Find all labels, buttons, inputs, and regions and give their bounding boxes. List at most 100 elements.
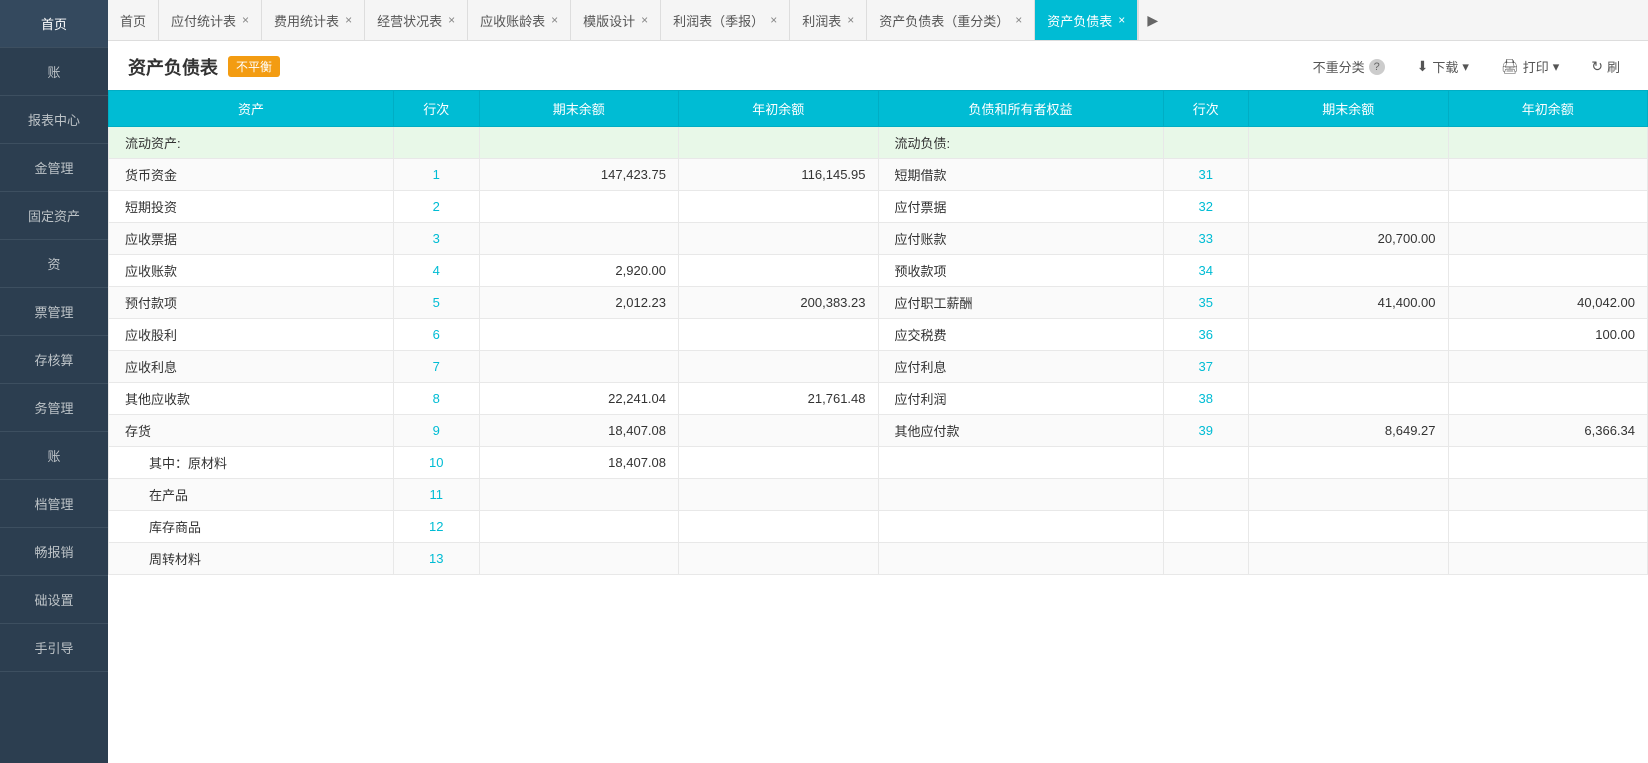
asset-label[interactable]: 应收利息 (109, 351, 394, 383)
tab-close-expense-stat[interactable]: × (345, 13, 352, 27)
tab-expense-stat[interactable]: 费用统计表 × (262, 0, 365, 40)
tab-profit-quarterly[interactable]: 利润表（季报） × (661, 0, 790, 40)
sidebar-item-ticket-mgmt[interactable]: 票管理 (0, 288, 108, 336)
liability-label[interactable]: 应付利息 (878, 351, 1163, 383)
tab-payable-stat[interactable]: 应付统计表 × (159, 0, 262, 40)
asset-label[interactable]: 流动资产: (109, 127, 394, 159)
sidebar-item-tax-mgmt[interactable]: 务管理 (0, 384, 108, 432)
print-button[interactable]: 🖨 打印 ▾ (1493, 53, 1567, 80)
asset-begin-balance (679, 511, 879, 543)
liability-begin-balance: 100.00 (1448, 319, 1648, 351)
tab-close-receivable-age[interactable]: × (551, 13, 558, 27)
asset-end-balance (479, 319, 679, 351)
tab-close-payable-stat[interactable]: × (242, 13, 249, 27)
liability-label[interactable]: 应付票据 (878, 191, 1163, 223)
liability-end-balance: 41,400.00 (1249, 287, 1449, 319)
tab-bar: 首页 应付统计表 × 费用统计表 × 经营状况表 × 应收账龄表 × 模版设计 … (108, 0, 1648, 41)
unbalanced-badge: 不平衡 (228, 56, 280, 77)
asset-label[interactable]: 周转材料 (109, 543, 394, 575)
asset-end-balance: 2,920.00 (479, 255, 679, 287)
asset-end-balance: 22,241.04 (479, 383, 679, 415)
liability-label[interactable] (878, 511, 1163, 543)
sidebar-item-fixed-assets[interactable]: 固定资产 (0, 192, 108, 240)
liability-end-balance (1249, 479, 1449, 511)
liability-label[interactable]: 应付账款 (878, 223, 1163, 255)
tab-close-profit-quarterly[interactable]: × (770, 13, 777, 27)
liability-seq: 31 (1163, 159, 1249, 191)
asset-end-balance (479, 223, 679, 255)
classify-label: 不重分类 (1313, 57, 1365, 76)
liability-begin-balance (1448, 447, 1648, 479)
liability-begin-balance: 6,366.34 (1448, 415, 1648, 447)
sidebar-item-doc-mgmt[interactable]: 档管理 (0, 480, 108, 528)
liability-begin-balance (1448, 223, 1648, 255)
tab-template-design[interactable]: 模版设计 × (571, 0, 661, 40)
tab-scroll-right[interactable]: ▶ (1138, 0, 1166, 40)
asset-label[interactable]: 应收股利 (109, 319, 394, 351)
asset-label[interactable]: 应收票据 (109, 223, 394, 255)
refresh-button[interactable]: ↻ 刷 (1583, 53, 1628, 80)
asset-label[interactable]: 货币资金 (109, 159, 394, 191)
asset-end-balance (479, 127, 679, 159)
asset-end-balance: 147,423.75 (479, 159, 679, 191)
liability-seq: 35 (1163, 287, 1249, 319)
asset-begin-balance (679, 223, 879, 255)
sidebar-item-expense[interactable]: 畅报销 (0, 528, 108, 576)
tab-profit[interactable]: 利润表 × (790, 0, 867, 40)
chevron-down-icon-print: ▾ (1553, 59, 1560, 75)
liability-label[interactable] (878, 447, 1163, 479)
sidebar-item-inventory[interactable]: 存核算 (0, 336, 108, 384)
liability-seq (1163, 511, 1249, 543)
liability-label[interactable]: 应交税费 (878, 319, 1163, 351)
liability-seq: 37 (1163, 351, 1249, 383)
tab-receivable-age[interactable]: 应收账龄表 × (468, 0, 571, 40)
liability-label[interactable]: 预收款项 (878, 255, 1163, 287)
liability-label[interactable]: 其他应付款 (878, 415, 1163, 447)
tab-close-profit[interactable]: × (847, 13, 854, 27)
sidebar-item-home[interactable]: 首页 (0, 0, 108, 48)
liability-end-balance (1249, 543, 1449, 575)
asset-label[interactable]: 存货 (109, 415, 394, 447)
tab-close-template-design[interactable]: × (641, 13, 648, 27)
classify-control[interactable]: 不重分类 ? (1305, 53, 1393, 80)
main-area: 首页 应付统计表 × 费用统计表 × 经营状况表 × 应收账龄表 × 模版设计 … (108, 0, 1648, 763)
tab-close-balance-reclassified[interactable]: × (1015, 13, 1022, 27)
tab-home[interactable]: 首页 (108, 0, 159, 40)
sidebar-item-report-center[interactable]: 报表中心 (0, 96, 108, 144)
asset-begin-balance (679, 319, 879, 351)
liability-label[interactable]: 应付利润 (878, 383, 1163, 415)
liability-label[interactable] (878, 543, 1163, 575)
liability-begin-balance (1448, 191, 1648, 223)
asset-label[interactable]: 库存商品 (109, 511, 394, 543)
liability-end-balance: 20,700.00 (1249, 223, 1449, 255)
liability-end-balance (1249, 127, 1449, 159)
liability-label[interactable] (878, 479, 1163, 511)
sidebar-item-guide[interactable]: 手引导 (0, 624, 108, 672)
asset-label[interactable]: 在产品 (109, 479, 394, 511)
tab-balance-reclassified[interactable]: 资产负债表（重分类） × (867, 0, 1035, 40)
asset-seq: 6 (394, 319, 480, 351)
tab-close-operations[interactable]: × (448, 13, 455, 27)
asset-label[interactable]: 应收账款 (109, 255, 394, 287)
tab-operations[interactable]: 经营状况表 × (365, 0, 468, 40)
tab-close-balance-sheet[interactable]: × (1118, 13, 1125, 27)
sidebar-item-ledger[interactable]: 账 (0, 48, 108, 96)
download-button[interactable]: ⬇ 下载 ▾ (1409, 53, 1477, 80)
asset-seq: 13 (394, 543, 480, 575)
sidebar-item-investment[interactable]: 资 (0, 240, 108, 288)
sidebar-item-settings[interactable]: 础设置 (0, 576, 108, 624)
liability-end-balance (1249, 351, 1449, 383)
asset-begin-balance: 21,761.48 (679, 383, 879, 415)
liability-label[interactable]: 应付职工薪酬 (878, 287, 1163, 319)
asset-seq: 8 (394, 383, 480, 415)
sidebar-item-accounts[interactable]: 账 (0, 432, 108, 480)
asset-label[interactable]: 预付款项 (109, 287, 394, 319)
liability-label[interactable]: 短期借款 (878, 159, 1163, 191)
sidebar-item-fund-mgmt[interactable]: 金管理 (0, 144, 108, 192)
page-title-area: 资产负债表 不平衡 (128, 54, 280, 80)
asset-label[interactable]: 短期投资 (109, 191, 394, 223)
asset-label[interactable]: 其中：原材料 (109, 447, 394, 479)
asset-label[interactable]: 其他应收款 (109, 383, 394, 415)
tab-balance-sheet[interactable]: 资产负债表 × (1035, 0, 1138, 40)
liability-label[interactable]: 流动负债: (878, 127, 1163, 159)
